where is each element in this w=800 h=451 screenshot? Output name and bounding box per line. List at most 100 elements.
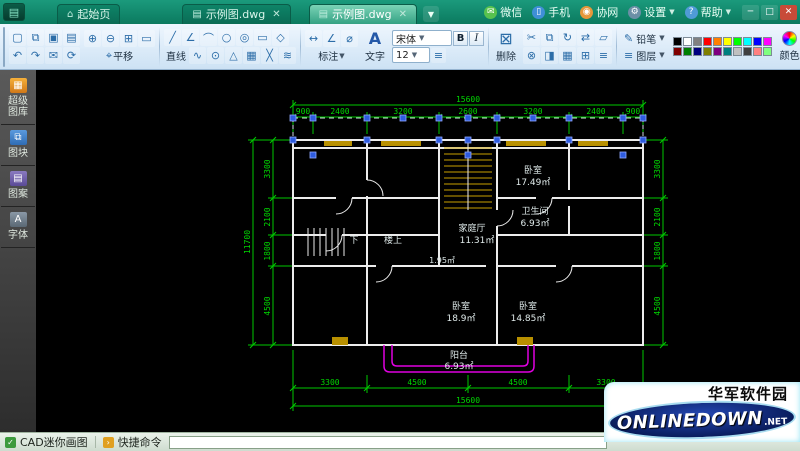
refresh-icon[interactable]: ⟳ (63, 47, 80, 64)
color-swatch[interactable] (722, 37, 732, 46)
close-tab-icon[interactable]: ✕ (272, 9, 280, 20)
wave-icon[interactable]: ≋ (279, 47, 296, 64)
font-size-select[interactable]: 12 ▼ (392, 47, 430, 63)
color-swatch[interactable] (672, 37, 682, 46)
color-swatch[interactable] (712, 37, 722, 46)
sidebar-item-library[interactable]: ▦ 超级图库 (1, 73, 35, 125)
match-icon[interactable]: ≡ (595, 47, 612, 64)
drawing-area[interactable]: 15600 900 2400 3200 2600 3200 2400 900 1… (36, 70, 800, 432)
rectangle-icon[interactable]: ▭ (254, 29, 271, 46)
settings-button[interactable]: ⚙ 设置 ▼ (623, 4, 679, 20)
zoom-out-icon[interactable]: ⊖ (102, 30, 119, 47)
layer-button[interactable]: ≡ 图层 ▼ (621, 47, 668, 63)
polygon-icon[interactable]: ◇ (272, 29, 289, 46)
shortcut-chip[interactable]: › 快捷命令 (102, 434, 162, 450)
zoom-in-icon[interactable]: ⊕ (84, 30, 101, 47)
mirror-icon[interactable]: ⇄ (577, 29, 594, 46)
pencil-button[interactable]: ✎ 铅笔 ▼ (621, 30, 668, 46)
sidebar-item-blocks[interactable]: ⧉ 图块 (1, 125, 35, 166)
dim-linear-icon[interactable]: ↔ (305, 30, 322, 47)
text-tool[interactable]: A 文字 (361, 25, 389, 68)
polyline-icon[interactable]: ∠ (182, 29, 199, 46)
room-name: 家庭厅 (458, 222, 485, 234)
color-swatch[interactable] (762, 37, 772, 46)
color-swatch[interactable] (692, 47, 702, 56)
color-swatch[interactable] (722, 47, 732, 56)
close-button[interactable]: ✕ (780, 4, 797, 20)
fillet-icon[interactable]: ◨ (541, 47, 558, 64)
color-tool[interactable]: 颜色 (776, 25, 800, 68)
italic-button[interactable]: I (469, 30, 484, 46)
app-logo-icon[interactable]: ▤ (3, 3, 25, 21)
floor-plan-drawing[interactable]: 15600 900 2400 3200 2600 3200 2400 900 1… (36, 70, 800, 432)
arc-icon[interactable]: ⌒ (200, 29, 217, 46)
circle-icon[interactable]: ○ (218, 29, 235, 46)
save-icon[interactable]: ▣ (45, 29, 62, 46)
color-swatch[interactable] (682, 47, 692, 56)
app-name-chip[interactable]: ✓ CAD迷你画图 (5, 434, 88, 450)
color-swatch[interactable] (732, 37, 742, 46)
delete-tool[interactable]: ⊠ 删除 (492, 25, 520, 68)
tab-drawing-1[interactable]: ▤ 示例图.dwg ✕ (182, 3, 291, 24)
sidebar-item-fonts[interactable]: A 字体 (1, 207, 35, 248)
triangle-icon[interactable]: △ (225, 47, 242, 64)
rotate-icon[interactable]: ↻ (559, 29, 576, 46)
color-swatch[interactable] (692, 37, 702, 46)
redo-icon[interactable]: ↷ (27, 47, 44, 64)
collab-button[interactable]: ◉ 协网 (575, 4, 623, 20)
array-icon[interactable]: ▦ (559, 47, 576, 64)
break-icon[interactable]: ╳ (261, 47, 278, 64)
command-input[interactable] (168, 435, 607, 449)
line-icon[interactable]: ╱ (164, 29, 181, 46)
wechat-button[interactable]: ✉ 微信 (479, 4, 527, 20)
spline-icon[interactable]: ∿ (189, 47, 206, 64)
close-tab-icon[interactable]: ✕ (399, 9, 407, 20)
hatch-icon[interactable]: ▦ (243, 47, 260, 64)
font-family-select[interactable]: 宋体 ▼ (392, 30, 452, 46)
undo-icon[interactable]: ↶ (9, 47, 26, 64)
mail-icon[interactable]: ✉ (45, 47, 62, 64)
align-icon[interactable]: ≡ (431, 47, 446, 63)
dim-text: 1800 (263, 241, 272, 260)
point-icon[interactable]: ⊙ (207, 47, 224, 64)
color-swatch[interactable] (702, 37, 712, 46)
color-swatch[interactable] (682, 37, 692, 46)
copy-icon[interactable]: ⧉ (541, 29, 558, 46)
dim-angular-icon[interactable]: ∠ (323, 30, 340, 47)
tab-drawing-2[interactable]: ▤ 示例图.dwg ✕ (308, 3, 417, 24)
line-tool-button[interactable]: 直线 (164, 48, 188, 63)
zoom-window-icon[interactable]: ⊞ (120, 30, 137, 47)
dim-diameter-icon[interactable]: ⌀ (341, 30, 358, 47)
insert-icon[interactable]: ⊞ (577, 47, 594, 64)
cut-icon[interactable]: ✂ (523, 29, 540, 46)
eraser-icon: ⊠ (499, 29, 513, 48)
phone-button[interactable]: ▯ 手机 (527, 4, 575, 20)
minimize-button[interactable]: ─ (742, 4, 759, 20)
erase-icon[interactable]: ⊗ (523, 47, 540, 64)
open-icon[interactable]: ⧉ (27, 29, 44, 46)
color-swatch[interactable] (762, 47, 772, 56)
zoom-extents-icon[interactable]: ▭ (138, 30, 155, 47)
color-swatch[interactable] (672, 47, 682, 56)
offset-icon[interactable]: ▱ (595, 29, 612, 46)
bold-button[interactable]: B (453, 30, 468, 46)
dim-text: 2100 (653, 207, 662, 226)
user-avatar[interactable] (3, 27, 5, 67)
dimension-button[interactable]: 标注 (318, 48, 338, 63)
color-swatch[interactable] (752, 47, 762, 56)
maximize-button[interactable]: □ (761, 4, 778, 20)
color-swatch[interactable] (752, 37, 762, 46)
help-button[interactable]: ? 帮助 ▼ (680, 4, 736, 20)
tab-start-page[interactable]: ⌂ 起始页 (57, 3, 121, 24)
color-swatch[interactable] (702, 47, 712, 56)
tab-list-dropdown[interactable]: ▼ (422, 6, 439, 22)
pan-button[interactable]: 平移 (113, 48, 133, 63)
color-swatch[interactable] (712, 47, 722, 56)
color-swatch[interactable] (742, 37, 752, 46)
sidebar-item-patterns[interactable]: ▤ 图案 (1, 166, 35, 207)
color-swatch[interactable] (742, 47, 752, 56)
donut-icon[interactable]: ◎ (236, 29, 253, 46)
print-icon[interactable]: ▤ (63, 29, 80, 46)
new-icon[interactable]: ▢ (9, 29, 26, 46)
color-swatch[interactable] (732, 47, 742, 56)
